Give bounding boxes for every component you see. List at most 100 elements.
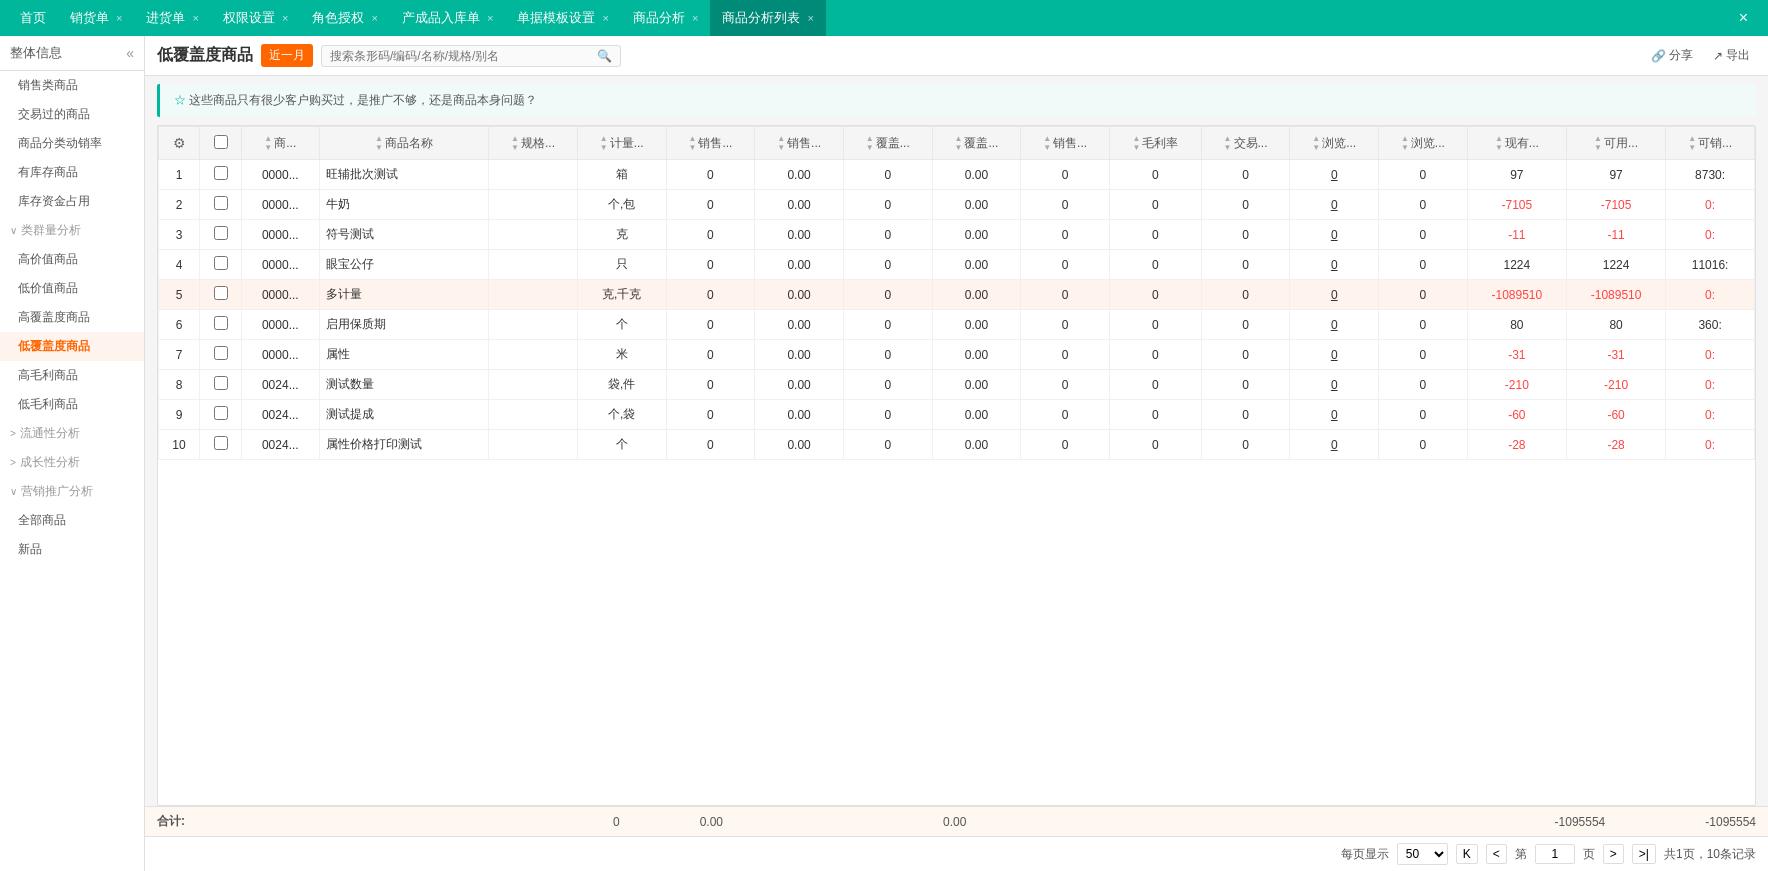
sort-arrows-icon[interactable]: ▲▼ xyxy=(375,134,383,152)
col-header-available_stock[interactable]: ▲▼可用... xyxy=(1566,127,1665,160)
first-page-btn[interactable]: K xyxy=(1456,844,1478,864)
sidebar-item-低毛利商品[interactable]: 低毛利商品 xyxy=(0,390,144,419)
nav-close-icon[interactable]: × xyxy=(484,12,493,24)
row-checkbox[interactable] xyxy=(214,406,228,420)
row-checkbox[interactable] xyxy=(214,166,228,180)
nav-close-icon[interactable]: × xyxy=(113,12,122,24)
sidebar-item-高价值商品[interactable]: 高价值商品 xyxy=(0,245,144,274)
export-btn[interactable]: ↗ 导出 xyxy=(1707,44,1756,67)
sort-arrows-icon[interactable]: ▲▼ xyxy=(1132,134,1140,152)
sort-arrows-icon[interactable]: ▲▼ xyxy=(777,134,785,152)
nav-close-icon[interactable]: × xyxy=(599,12,608,24)
share-btn[interactable]: 🔗 分享 xyxy=(1645,44,1699,67)
col-header-coverage2[interactable]: ▲▼覆盖... xyxy=(932,127,1021,160)
col-header-browse2[interactable]: ▲▼浏览... xyxy=(1379,127,1468,160)
nav-item-商品分析[interactable]: 商品分析 × xyxy=(621,0,710,36)
row-checkbox[interactable] xyxy=(214,286,228,300)
browse-link[interactable]: 0 xyxy=(1331,198,1338,212)
sort-arrows-icon[interactable]: ▲▼ xyxy=(954,134,962,152)
settings-icon[interactable]: ⚙ xyxy=(173,135,186,151)
nav-close-icon[interactable]: × xyxy=(804,12,813,24)
col-header-sales_qty[interactable]: ▲▼销售... xyxy=(666,127,755,160)
row-checkbox[interactable] xyxy=(214,346,228,360)
sidebar-item-库存资金占用[interactable]: 库存资金占用 xyxy=(0,187,144,216)
sort-arrows-icon[interactable]: ▲▼ xyxy=(866,134,874,152)
nav-item-首页[interactable]: 首页 xyxy=(8,0,58,36)
col-header-current_stock[interactable]: ▲▼现有... xyxy=(1467,127,1566,160)
sidebar-item-销售类商品[interactable]: 销售类商品 xyxy=(0,71,144,100)
sidebar-group-流通性分析[interactable]: >流通性分析 xyxy=(0,419,144,448)
row-checkbox[interactable] xyxy=(214,196,228,210)
next-page-btn[interactable]: > xyxy=(1603,844,1624,864)
sort-arrows-icon[interactable]: ▲▼ xyxy=(1043,134,1051,152)
sort-arrows-icon[interactable]: ▲▼ xyxy=(1401,134,1409,152)
search-icon[interactable]: 🔍 xyxy=(597,49,612,63)
sort-arrows-icon[interactable]: ▲▼ xyxy=(1224,134,1232,152)
nav-item-权限设置[interactable]: 权限设置 × xyxy=(211,0,300,36)
col-header-gross_margin[interactable]: ▲▼毛利率 xyxy=(1109,127,1201,160)
sort-arrows-icon[interactable]: ▲▼ xyxy=(1688,134,1696,152)
browse-link[interactable]: 0 xyxy=(1331,168,1338,182)
browse-link[interactable]: 0 xyxy=(1331,408,1338,422)
browse-link[interactable]: 0 xyxy=(1331,288,1338,302)
search-input[interactable] xyxy=(330,49,593,63)
select-all-checkbox[interactable] xyxy=(214,135,228,149)
browse-link[interactable]: 0 xyxy=(1331,438,1338,452)
nav-item-商品分析列表[interactable]: 商品分析列表 × xyxy=(710,0,825,36)
sidebar-item-交易过的商品[interactable]: 交易过的商品 xyxy=(0,100,144,129)
browse-link[interactable]: 0 xyxy=(1331,318,1338,332)
nav-close-icon[interactable]: × xyxy=(689,12,698,24)
col-header-browse1[interactable]: ▲▼浏览... xyxy=(1290,127,1379,160)
nav-close-icon[interactable]: × xyxy=(189,12,198,24)
nav-item-单据模板设置[interactable]: 单据模板设置 × xyxy=(505,0,620,36)
nav-item-角色授权[interactable]: 角色授权 × xyxy=(300,0,389,36)
row-checkbox[interactable] xyxy=(214,316,228,330)
col-header-sales3[interactable]: ▲▼销售... xyxy=(1021,127,1110,160)
col-header-saleable[interactable]: ▲▼可销... xyxy=(1666,127,1755,160)
sidebar-group-类群量分析[interactable]: ∨类群量分析 xyxy=(0,216,144,245)
page-size-select[interactable]: 2050100200 xyxy=(1397,843,1448,865)
col-header-unit[interactable]: ▲▼计量... xyxy=(577,127,666,160)
last-page-btn[interactable]: >| xyxy=(1632,844,1656,864)
time-filter-btn[interactable]: 近一月 xyxy=(261,44,313,67)
sidebar-item-新品[interactable]: 新品 xyxy=(0,535,144,564)
sidebar-collapse-btn[interactable]: « xyxy=(126,45,134,61)
nav-item-进货单[interactable]: 进货单 × xyxy=(134,0,210,36)
row-checkbox[interactable] xyxy=(214,436,228,450)
sidebar-item-全部商品[interactable]: 全部商品 xyxy=(0,506,144,535)
sort-arrows-icon[interactable]: ▲▼ xyxy=(1312,134,1320,152)
browse-link[interactable]: 0 xyxy=(1331,378,1338,392)
sidebar-group-营销推广分析[interactable]: ∨营销推广分析 xyxy=(0,477,144,506)
sidebar-group-成长性分析[interactable]: >成长性分析 xyxy=(0,448,144,477)
sort-arrows-icon[interactable]: ▲▼ xyxy=(600,134,608,152)
col-header-coverage1[interactable]: ▲▼覆盖... xyxy=(843,127,932,160)
sort-arrows-icon[interactable]: ▲▼ xyxy=(688,134,696,152)
page-input[interactable] xyxy=(1535,844,1575,864)
browse-link[interactable]: 0 xyxy=(1331,258,1338,272)
sort-arrows-icon[interactable]: ▲▼ xyxy=(1594,134,1602,152)
nav-item-销货单[interactable]: 销货单 × xyxy=(58,0,134,36)
window-close-btn[interactable]: × xyxy=(1727,9,1760,27)
sort-arrows-icon[interactable]: ▲▼ xyxy=(1495,134,1503,152)
browse-link[interactable]: 0 xyxy=(1331,348,1338,362)
col-header-sales_amount[interactable]: ▲▼销售... xyxy=(755,127,844,160)
sidebar-item-低价值商品[interactable]: 低价值商品 xyxy=(0,274,144,303)
row-checkbox[interactable] xyxy=(214,376,228,390)
col-header-name[interactable]: ▲▼商品名称 xyxy=(319,127,489,160)
col-header-transaction[interactable]: ▲▼交易... xyxy=(1201,127,1290,160)
row-checkbox[interactable] xyxy=(214,226,228,240)
row-checkbox[interactable] xyxy=(214,256,228,270)
sidebar-item-低覆盖度商品[interactable]: 低覆盖度商品 xyxy=(0,332,144,361)
sidebar-item-有库存商品[interactable]: 有库存商品 xyxy=(0,158,144,187)
nav-close-icon[interactable]: × xyxy=(368,12,377,24)
sort-arrows-icon[interactable]: ▲▼ xyxy=(264,134,272,152)
nav-item-产成品入库单[interactable]: 产成品入库单 × xyxy=(390,0,505,36)
nav-close-icon[interactable]: × xyxy=(279,12,288,24)
col-header-code[interactable]: ▲▼商... xyxy=(242,127,319,160)
sort-arrows-icon[interactable]: ▲▼ xyxy=(511,134,519,152)
sidebar-item-商品分类动销率[interactable]: 商品分类动销率 xyxy=(0,129,144,158)
browse-link[interactable]: 0 xyxy=(1331,228,1338,242)
sidebar-item-高覆盖度商品[interactable]: 高覆盖度商品 xyxy=(0,303,144,332)
sidebar-item-高毛利商品[interactable]: 高毛利商品 xyxy=(0,361,144,390)
col-header-spec[interactable]: ▲▼规格... xyxy=(489,127,578,160)
